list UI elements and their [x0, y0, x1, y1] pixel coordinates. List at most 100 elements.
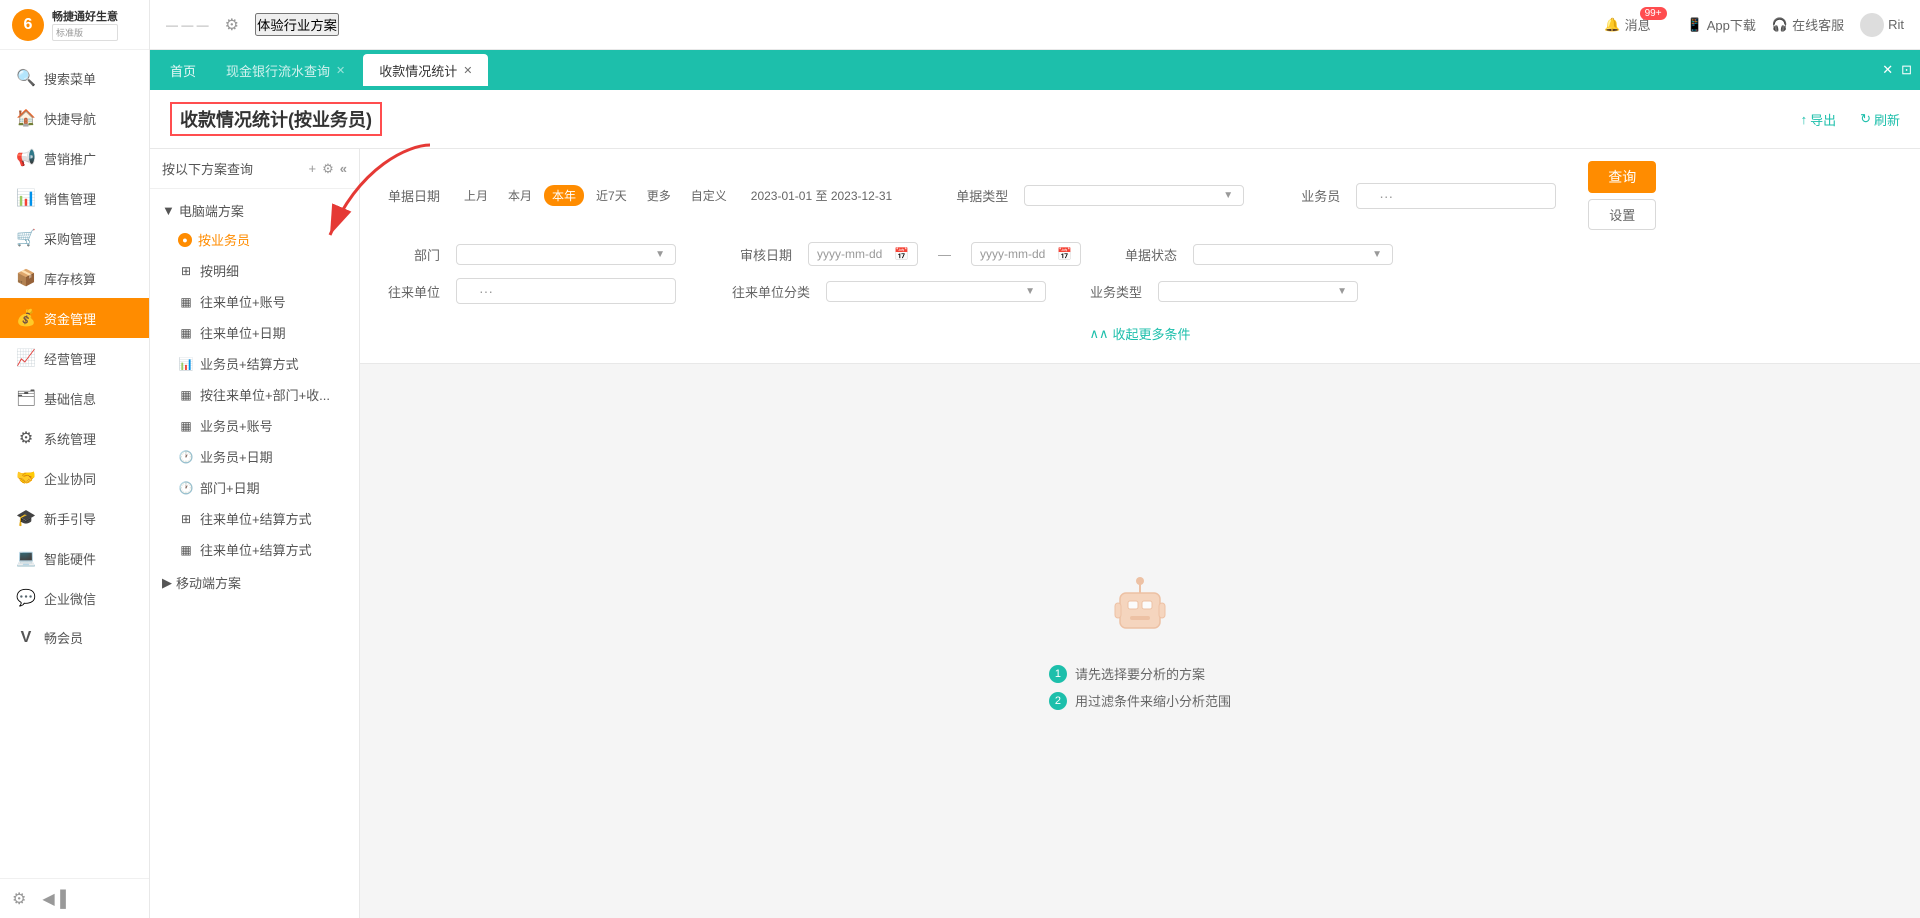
sidebar-item-member[interactable]: V 畅会员: [0, 618, 149, 657]
scheme-item-staff-acct[interactable]: ▦ 业务员+账号: [150, 410, 359, 441]
chevron-down-icon5: ▼: [1337, 286, 1347, 297]
sidebar-item-operations[interactable]: 📈 经营管理: [0, 338, 149, 378]
refresh-btn[interactable]: ↻ 刷新: [1860, 110, 1900, 129]
add-scheme-btn[interactable]: +: [309, 161, 317, 177]
sidebar-item-search[interactable]: 🔍 搜索菜单: [0, 58, 149, 98]
chevron-down-icon: ▼: [1223, 190, 1233, 201]
sidebar-item-system[interactable]: ⚙ 系统管理: [0, 418, 149, 458]
date-tab-custom[interactable]: 自定义: [683, 185, 735, 206]
sidebar-item-wechat[interactable]: 💬 企业微信: [0, 578, 149, 618]
online-service-btn[interactable]: 🎧 在线客服: [1772, 15, 1844, 34]
left-panel-title: 按以下方案查询: [162, 159, 253, 178]
window-minimize-icon[interactable]: ✕: [1882, 62, 1893, 78]
sidebar-item-inventory[interactable]: 📦 库存核算: [0, 258, 149, 298]
sidebar-item-enterprise[interactable]: 🤝 企业协同: [0, 458, 149, 498]
refresh-icon: ↻: [1860, 111, 1871, 127]
audit-date-from[interactable]: yyyy-mm-dd 📅: [808, 242, 918, 266]
audit-date-from-value: yyyy-mm-dd: [817, 247, 882, 261]
scheme-group-mobile[interactable]: ▶ 移动端方案: [150, 569, 359, 596]
logo-icon: 6: [12, 9, 44, 41]
biz-type-select[interactable]: ▼: [1158, 281, 1358, 302]
sidebar-item-label: 销售管理: [44, 189, 96, 208]
doc-status-select[interactable]: ▼: [1193, 244, 1393, 265]
sidebar-nav: 🔍 搜索菜单 🏠 快捷导航 📢 营销推广 📊 销售管理 🛒 采购管理 📦 库存核…: [0, 50, 149, 878]
scheme-item-dept-date[interactable]: 🕐 部门+日期: [150, 472, 359, 503]
tab-bank-flow-close[interactable]: ✕: [336, 64, 345, 77]
dept-select[interactable]: ▼: [456, 244, 676, 265]
scheme-item-partner-settle1[interactable]: ⊞ 往来单位+结算方式: [150, 503, 359, 534]
setting-btn[interactable]: 设置: [1588, 199, 1656, 230]
sidebar-item-finance[interactable]: 💰 资金管理: [0, 298, 149, 338]
logo-area: 6 畅捷通好生意 标准版: [0, 0, 149, 50]
collapse-filter-btn[interactable]: ∧∧ 收起更多条件: [380, 316, 1900, 351]
scheme-item-staff-settle[interactable]: 📊 业务员+结算方式: [150, 348, 359, 379]
basic-icon: 🗂: [16, 388, 36, 408]
empty-state: 1 请先选择要分析的方案 2 用过滤条件来缩小分析范围: [1049, 568, 1231, 718]
sidebar-item-basic[interactable]: 🗂 基础信息: [0, 378, 149, 418]
partner-more-btn[interactable]: ···: [475, 283, 497, 299]
scheme-item-staff-date[interactable]: 🕐 业务员+日期: [150, 441, 359, 472]
window-maximize-icon[interactable]: ⊡: [1901, 62, 1912, 78]
sidebar-item-quick-nav[interactable]: 🏠 快捷导航: [0, 98, 149, 138]
tab-receipts-label: 收款情况统计: [379, 61, 457, 80]
user-avatar[interactable]: Rit: [1860, 13, 1904, 37]
scheme-item-by-staff[interactable]: ● 按业务员: [150, 224, 359, 255]
breadcrumb-text: — — —: [166, 18, 209, 32]
sidebar-item-guide[interactable]: 🎓 新手引导: [0, 498, 149, 538]
tab-receipts[interactable]: 收款情况统计 ✕: [363, 54, 488, 86]
scheme-item-partner-settle2[interactable]: ▦ 往来单位+结算方式: [150, 534, 359, 565]
search-icon: 🔍: [16, 68, 36, 88]
date-tab-this-month[interactable]: 本月: [500, 185, 540, 206]
sidebar-item-label: 企业微信: [44, 589, 96, 608]
collapse-panel-btn[interactable]: «: [340, 161, 347, 177]
export-btn[interactable]: ↑ 导出: [1801, 110, 1837, 129]
sidebar-item-sales[interactable]: 📊 销售管理: [0, 178, 149, 218]
guide-icon: 🎓: [16, 508, 36, 528]
sidebar: 6 畅捷通好生意 标准版 🔍 搜索菜单 🏠 快捷导航 📢 营销推广 📊 销售管理…: [0, 0, 150, 918]
audit-date-to[interactable]: yyyy-mm-dd 📅: [971, 242, 1081, 266]
query-btn[interactable]: 查询: [1588, 161, 1656, 193]
messages-btn[interactable]: 🔔 消息 99+: [1604, 15, 1650, 34]
staff-date-icon: 🕐: [178, 449, 194, 465]
settings-footer-icon[interactable]: ⚙: [12, 889, 26, 909]
data-area: 1 请先选择要分析的方案 2 用过滤条件来缩小分析范围: [360, 364, 1920, 918]
mobile-group-label: 移动端方案: [176, 573, 241, 592]
partner-date-icon: ▦: [178, 325, 194, 341]
scheme-item-label: 业务员+日期: [200, 447, 273, 466]
scheme-settings-btn[interactable]: ⚙: [322, 161, 334, 177]
partner-label: 往来单位: [380, 282, 440, 301]
filter-row-date: 单据日期 上月 本月 本年 近7天 更多 自定义 2023-01-01 至 20…: [380, 161, 1900, 230]
date-tab-last-month[interactable]: 上月: [456, 185, 496, 206]
main-area: — — — ⚙ 体验行业方案 🔔 消息 99+ 📱 App下载 🎧 在线客服 R…: [150, 0, 1920, 918]
partner-class-select[interactable]: ▼: [826, 281, 1046, 302]
scheme-item-partner-dept[interactable]: ▦ 按往来单位+部门+收...: [150, 379, 359, 410]
message-count-badge: 99+: [1640, 7, 1667, 20]
tab-bank-flow[interactable]: 现金银行流水查询 ✕: [210, 54, 361, 86]
tab-receipts-close[interactable]: ✕: [463, 64, 472, 77]
app-download-btn[interactable]: 📱 App下载: [1687, 15, 1756, 34]
sidebar-item-smart[interactable]: 💻 智能硬件: [0, 538, 149, 578]
tab-home[interactable]: 首页: [158, 54, 208, 86]
scheme-item-partner-acct[interactable]: ▦ 往来单位+账号: [150, 286, 359, 317]
date-tabs: 上月 本月 本年 近7天 更多 自定义: [456, 185, 735, 206]
staff-select[interactable]: ···: [1356, 183, 1556, 209]
header-settings-icon[interactable]: ⚙: [225, 15, 239, 35]
partner-select[interactable]: ···: [456, 278, 676, 304]
sidebar-item-label: 库存核算: [44, 269, 96, 288]
scheme-item-partner-date[interactable]: ▦ 往来单位+日期: [150, 317, 359, 348]
scheme-group-desktop[interactable]: ▼ 电脑端方案: [150, 197, 359, 224]
doc-type-select[interactable]: ▼: [1024, 185, 1244, 206]
trial-btn[interactable]: 体验行业方案: [255, 13, 339, 36]
sidebar-item-label: 畅会员: [44, 628, 83, 647]
scheme-item-detail[interactable]: ⊞ 按明细: [150, 255, 359, 286]
date-tab-7days[interactable]: 近7天: [588, 185, 635, 206]
sidebar-item-marketing[interactable]: 📢 营销推广: [0, 138, 149, 178]
sidebar-item-label: 营销推广: [44, 149, 96, 168]
sidebar-item-purchase[interactable]: 🛒 采购管理: [0, 218, 149, 258]
staff-more-btn[interactable]: ···: [1375, 188, 1397, 204]
page-title-actions: ↑ 导出 ↻ 刷新: [1801, 110, 1900, 129]
date-tab-more[interactable]: 更多: [639, 185, 679, 206]
date-tab-this-year[interactable]: 本年: [544, 185, 584, 206]
inventory-icon: 📦: [16, 268, 36, 288]
collapse-footer-icon[interactable]: ◀▐: [42, 889, 66, 909]
